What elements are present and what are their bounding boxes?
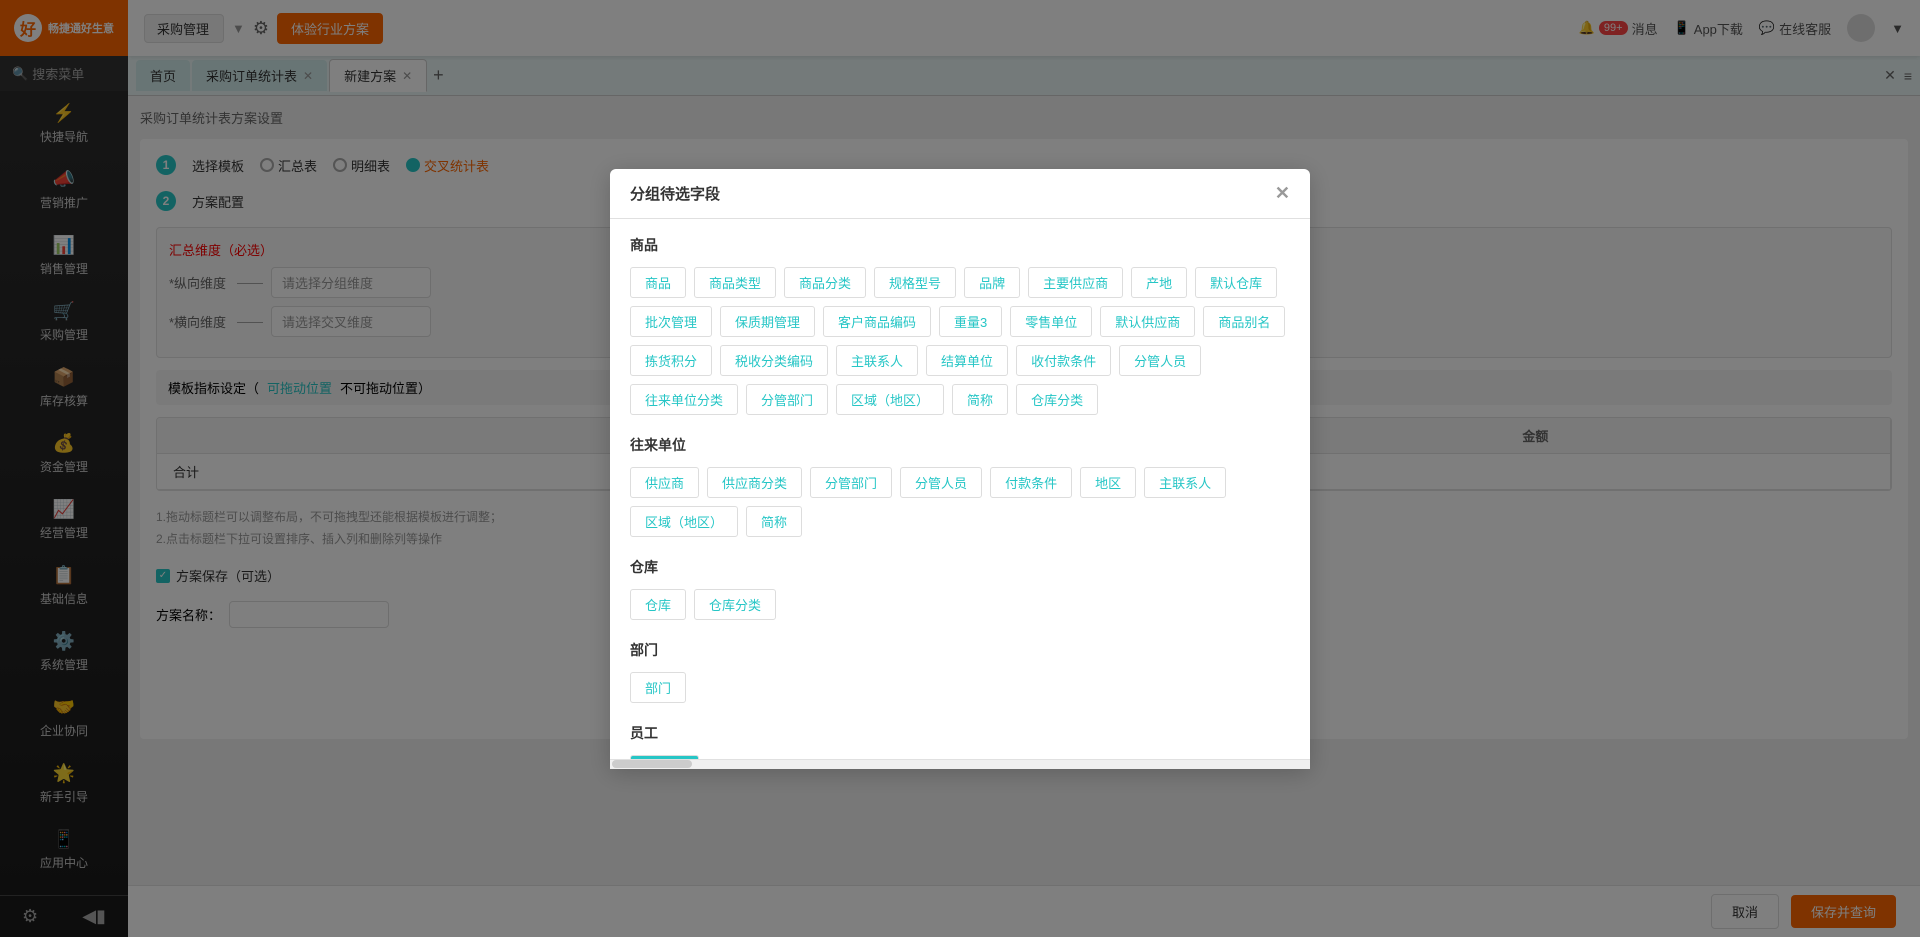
field-tag-region[interactable]: 区域（地区） xyxy=(836,384,944,415)
field-tag-manager[interactable]: 分管人员 xyxy=(1119,345,1201,376)
field-tag-pickup-points[interactable]: 拣货积分 xyxy=(630,345,712,376)
field-tag-customer-code[interactable]: 客户商品编码 xyxy=(823,306,931,337)
field-tag-goods[interactable]: 商品 xyxy=(630,267,686,298)
field-tag-settlement-unit[interactable]: 结算单位 xyxy=(926,345,1008,376)
field-tag-goods-category[interactable]: 商品分类 xyxy=(784,267,866,298)
field-tag-wh[interactable]: 仓库 xyxy=(630,589,686,620)
field-tags-goods: 商品商品类型商品分类规格型号品牌主要供应商产地默认仓库批次管理保质期管理客户商品… xyxy=(630,267,1290,415)
field-tag-supplier[interactable]: 供应商 xyxy=(630,467,699,498)
field-tag-default-supplier[interactable]: 默认供应商 xyxy=(1100,306,1195,337)
field-tag-dept[interactable]: 分管部门 xyxy=(810,467,892,498)
field-tag-weight3[interactable]: 重量3 xyxy=(939,306,1002,337)
field-tag-manage-dept[interactable]: 分管部门 xyxy=(746,384,828,415)
field-tag-brand[interactable]: 品牌 xyxy=(964,267,1020,298)
field-tag-wh-category[interactable]: 仓库分类 xyxy=(694,589,776,620)
field-tag-warehouse-category[interactable]: 仓库分类 xyxy=(1016,384,1098,415)
field-section-title-partner: 往来单位 xyxy=(630,435,1290,455)
field-tag-batch-manage[interactable]: 批次管理 xyxy=(630,306,712,337)
field-tags-warehouse: 仓库仓库分类 xyxy=(630,589,1290,620)
field-tag-payment-terms[interactable]: 收付款条件 xyxy=(1016,345,1111,376)
field-tag-partner-region[interactable]: 区域（地区） xyxy=(630,506,738,537)
field-section-warehouse: 仓库仓库仓库分类 xyxy=(630,557,1290,620)
field-tag-goods-type[interactable]: 商品类型 xyxy=(694,267,776,298)
field-tag-supplier-category[interactable]: 供应商分类 xyxy=(707,467,802,498)
field-tag-goods-alias[interactable]: 商品别名 xyxy=(1203,306,1285,337)
field-tag-spec-type[interactable]: 规格型号 xyxy=(874,267,956,298)
field-section-employee: 员工业务员 xyxy=(630,723,1290,759)
field-section-partner: 往来单位供应商供应商分类分管部门分管人员付款条件地区主联系人区域（地区） 简称 xyxy=(630,435,1290,537)
field-section-goods: 商品商品商品类型商品分类规格型号品牌主要供应商产地默认仓库批次管理保质期管理客户… xyxy=(630,235,1290,415)
field-tag-main-supplier[interactable]: 主要供应商 xyxy=(1028,267,1123,298)
field-tag-main-contact[interactable]: 主联系人 xyxy=(836,345,918,376)
field-section-title-employee: 员工 xyxy=(630,723,1290,743)
field-tags-partner: 供应商供应商分类分管部门分管人员付款条件地区主联系人区域（地区） 简称 xyxy=(630,467,1290,537)
modal-title: 分组待选字段 xyxy=(630,183,720,204)
modal-overlay: 分组待选字段 ✕ 商品商品商品类型商品分类规格型号品牌主要供应商产地默认仓库批次… xyxy=(0,0,1920,937)
field-tag-manage-person[interactable]: 分管人员 xyxy=(900,467,982,498)
modal-hscrollbar[interactable] xyxy=(610,759,1310,769)
field-tags-department: 部门 xyxy=(630,672,1290,703)
field-tag-tax-code[interactable]: 税收分类编码 xyxy=(720,345,828,376)
modal-hscroll-thumb xyxy=(612,760,692,768)
field-selector-modal: 分组待选字段 ✕ 商品商品商品类型商品分类规格型号品牌主要供应商产地默认仓库批次… xyxy=(610,169,1310,769)
field-tag-expiry-manage[interactable]: 保质期管理 xyxy=(720,306,815,337)
field-tag-from-unit-category[interactable]: 往来单位分类 xyxy=(630,384,738,415)
field-section-title-warehouse: 仓库 xyxy=(630,557,1290,577)
field-tag-area[interactable]: 地区 xyxy=(1080,467,1136,498)
field-tag-origin[interactable]: 产地 xyxy=(1131,267,1187,298)
field-tag-partner-contact[interactable]: 主联系人 xyxy=(1144,467,1226,498)
modal-body: 商品商品商品类型商品分类规格型号品牌主要供应商产地默认仓库批次管理保质期管理客户… xyxy=(610,219,1310,759)
field-section-title-goods: 商品 xyxy=(630,235,1290,255)
modal-close-button[interactable]: ✕ xyxy=(1275,183,1290,204)
field-section-department: 部门部门 xyxy=(630,640,1290,703)
modal-header: 分组待选字段 ✕ xyxy=(610,169,1310,219)
field-tag-partner-abbr[interactable]: 简称 xyxy=(746,506,802,537)
field-tag-retail-unit[interactable]: 零售单位 xyxy=(1010,306,1092,337)
field-tag-abbr[interactable]: 简称 xyxy=(952,384,1008,415)
field-tag-dept-main[interactable]: 部门 xyxy=(630,672,686,703)
field-section-title-department: 部门 xyxy=(630,640,1290,660)
field-tag-default-warehouse[interactable]: 默认仓库 xyxy=(1195,267,1277,298)
field-tag-payment-condition[interactable]: 付款条件 xyxy=(990,467,1072,498)
